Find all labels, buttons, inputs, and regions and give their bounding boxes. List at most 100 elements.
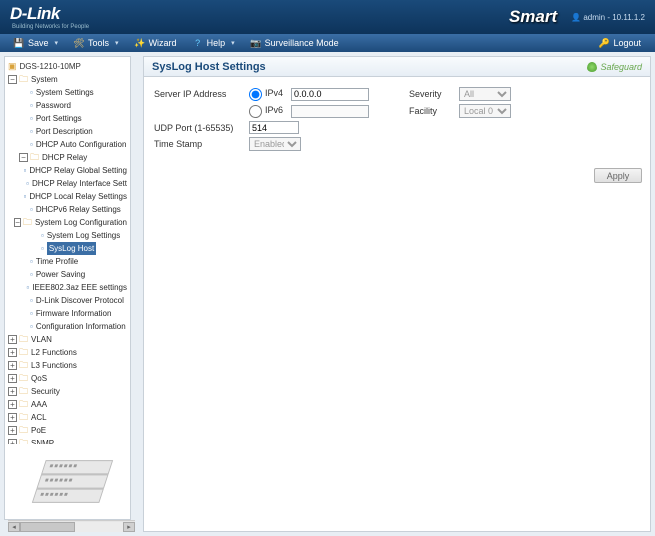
tree-config-info[interactable]: ▫Configuration Information [8,320,127,333]
tree-syslog-settings[interactable]: ▫System Log Settings [8,229,127,242]
page-icon: ▫ [23,190,26,203]
apply-row: Apply [144,164,650,187]
tree-label: DHCPv6 Relay Settings [36,203,121,216]
folder-icon: 🗀 [19,359,28,372]
wizard-icon: ✨ [135,38,145,48]
expand-icon[interactable]: + [8,426,17,435]
select-facility[interactable]: Local 0 [459,104,511,118]
tree-dhcp-relay-iface[interactable]: ▫DHCP Relay Interface Sett [8,177,127,190]
tree-syslog-config[interactable]: −🗀System Log Configuration [8,216,127,229]
logout-icon: 🔑 [599,38,609,48]
tree-label: Configuration Information [36,320,126,333]
tree-vlan[interactable]: +🗀VLAN [8,333,127,346]
menu-help[interactable]: ?Help▾ [185,38,243,48]
folder-icon: 🗀 [19,333,28,346]
tree-dhcp-local-relay[interactable]: ▫DHCP Local Relay Settings [8,190,127,203]
tree-power-saving[interactable]: ▫Power Saving [8,268,127,281]
select-severity[interactable]: All [459,87,511,101]
scroll-left-button[interactable]: ◂ [8,522,20,532]
folder-icon: 🗀 [19,73,28,86]
select-time-stamp[interactable]: Enabled [249,137,301,151]
caret-icon: ▾ [115,39,119,47]
expand-icon[interactable]: + [8,361,17,370]
page-icon: ▫ [30,86,33,99]
menu-logout[interactable]: 🔑Logout [591,38,649,48]
expand-icon[interactable]: + [8,413,17,422]
tree-security[interactable]: +🗀Security [8,385,127,398]
tree-label: Time Profile [36,255,78,268]
folder-icon: 🗀 [19,385,28,398]
brand-logo: D-Link [10,4,89,24]
tree-snmp[interactable]: +🗀SNMP [8,437,127,444]
tree-time-profile[interactable]: ▫Time Profile [8,255,127,268]
page-icon: ▫ [30,138,33,151]
collapse-icon[interactable]: − [14,218,21,227]
input-ipv4-address[interactable] [291,88,369,101]
tree-dhcpv6-relay[interactable]: ▫DHCPv6 Relay Settings [8,203,127,216]
apply-button[interactable]: Apply [594,168,642,183]
collapse-icon[interactable]: − [19,153,28,162]
menu-wizard[interactable]: ✨Wizard [127,38,185,48]
tree-password[interactable]: ▫Password [8,99,127,112]
menu-help-label: Help [207,38,226,48]
tree-poe[interactable]: +🗀PoE [8,424,127,437]
device-name[interactable]: ▣DGS-1210-10MP [8,60,127,73]
radio-ipv4-wrap[interactable]: IPv4 [249,88,291,101]
tree-ieee-eee[interactable]: ▫IEEE802.3az EEE settings [8,281,127,294]
menu-surveillance[interactable]: 📷Surveillance Mode [243,38,347,48]
tree-label: DHCP Auto Configuration [36,138,127,151]
caret-icon: ▾ [231,39,235,47]
tree-l3[interactable]: +🗀L3 Functions [8,359,127,372]
expand-icon[interactable]: + [8,387,17,396]
tree-syslog-host[interactable]: ▫SysLog Host [8,242,127,255]
radio-ipv6[interactable] [249,105,262,118]
tree-l2[interactable]: +🗀L2 Functions [8,346,127,359]
main-area: ▣DGS-1210-10MP −🗀System ▫System Settings… [0,52,655,536]
menu-tools[interactable]: 🛠Tools▾ [66,38,127,48]
caret-icon: ▾ [55,39,59,47]
scroll-thumb[interactable] [20,522,75,532]
safeguard-label: Safeguard [600,62,642,72]
page-titlebar: SysLog Host Settings Safeguard [144,57,650,77]
tree-dhcp-relay-global[interactable]: ▫DHCP Relay Global Setting [8,164,127,177]
label-ipv6: IPv6 [265,105,291,115]
tree-label: IEEE802.3az EEE settings [32,281,127,294]
folder-icon: 🗀 [19,411,28,424]
tree-dhcp-auto[interactable]: ▫DHCP Auto Configuration [8,138,127,151]
app-header: D-Link Building Networks for People Smar… [0,0,655,34]
device-icon: ▣ [8,60,17,73]
tree-label: Port Description [36,125,93,138]
page-title: SysLog Host Settings [152,61,266,73]
expand-icon[interactable]: + [8,400,17,409]
sidebar-hscroll[interactable]: ◂ ▸ [8,520,135,532]
expand-icon[interactable]: + [8,335,17,344]
page-icon: ▫ [41,229,44,242]
radio-ipv6-wrap[interactable]: IPv6 [249,105,291,118]
tree-port-settings[interactable]: ▫Port Settings [8,112,127,125]
tree-system[interactable]: −🗀System [8,73,127,86]
expand-icon[interactable]: + [8,374,17,383]
page-icon: ▫ [30,268,33,281]
input-udp-port[interactable] [249,121,299,134]
folder-icon: 🗀 [30,151,39,164]
tree-dlink-discover[interactable]: ▫D-Link Discover Protocol [8,294,127,307]
tree-acl[interactable]: +🗀ACL [8,411,127,424]
tree-dhcp-relay[interactable]: −🗀DHCP Relay [8,151,127,164]
collapse-icon[interactable]: − [8,75,17,84]
tree-firmware-info[interactable]: ▫Firmware Information [8,307,127,320]
tree-system-settings[interactable]: ▫System Settings [8,86,127,99]
tree-qos[interactable]: +🗀QoS [8,372,127,385]
tree-label: AAA [31,398,47,411]
expand-icon[interactable]: + [8,348,17,357]
tree-port-description[interactable]: ▫Port Description [8,125,127,138]
tree-label: SNMP [31,437,54,444]
input-ipv6-address[interactable] [291,105,369,118]
radio-ipv4[interactable] [249,88,262,101]
scroll-right-button[interactable]: ▸ [123,522,135,532]
tree-label: DHCP Relay Interface Sett [32,177,127,190]
page-icon: ▫ [30,294,33,307]
tree-aaa[interactable]: +🗀AAA [8,398,127,411]
menu-save[interactable]: 💾Save▾ [6,38,66,48]
tree-label: ACL [31,411,47,424]
scroll-track[interactable] [20,522,123,532]
